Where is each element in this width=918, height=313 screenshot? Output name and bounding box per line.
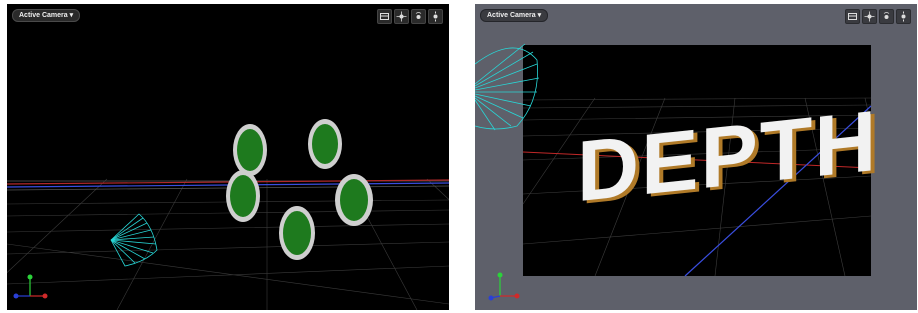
axis-gizmo	[13, 274, 48, 299]
axis-gizmo	[488, 272, 520, 301]
orbit-icon[interactable]	[411, 9, 426, 24]
right-viewport[interactable]: DEPTH DEPTH Active Camera ▾	[475, 4, 917, 310]
pan-icon[interactable]	[862, 9, 877, 24]
active-camera-label: Active Camera	[19, 12, 68, 19]
viewport-toolbar	[377, 9, 443, 24]
viewport-toolbar	[845, 9, 911, 24]
dolly-icon[interactable]	[428, 9, 443, 24]
dolly-icon[interactable]	[896, 9, 911, 24]
view-layout-icon[interactable]	[377, 9, 392, 24]
camera-gizmo	[110, 213, 158, 267]
view-layout-icon[interactable]	[845, 9, 860, 24]
chevron-down-icon: ▾	[69, 12, 74, 19]
active-camera-dropdown[interactable]: Active Camera ▾	[12, 9, 81, 22]
left-viewport[interactable]: Active Camera ▾	[7, 4, 449, 310]
chevron-down-icon: ▾	[537, 12, 542, 19]
left-scene-canvas[interactable]	[7, 4, 449, 310]
active-camera-dropdown[interactable]: Active Camera ▾	[480, 9, 549, 22]
orbit-icon[interactable]	[879, 9, 894, 24]
pan-icon[interactable]	[394, 9, 409, 24]
right-scene-canvas[interactable]: DEPTH DEPTH	[475, 4, 917, 310]
disc-group	[226, 119, 373, 260]
active-camera-label: Active Camera	[487, 12, 536, 19]
